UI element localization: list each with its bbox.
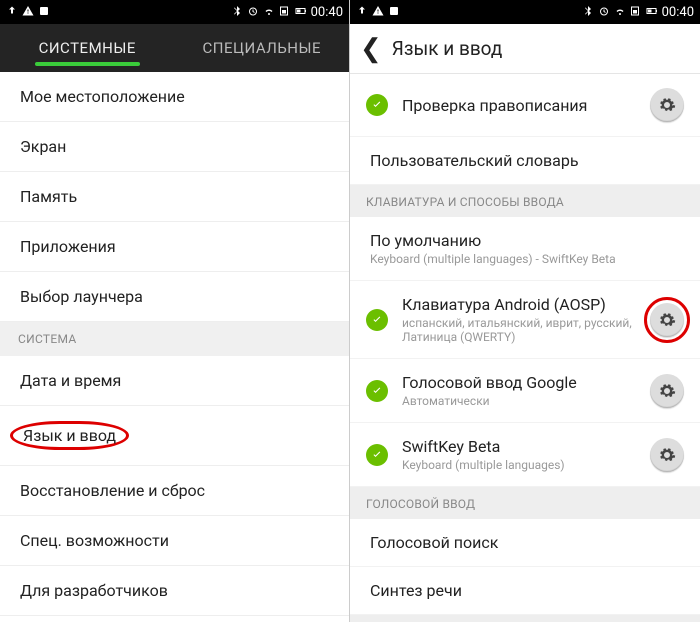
tab-special[interactable]: СПЕЦИАЛЬНЫЕ — [175, 24, 350, 72]
row-tts[interactable]: Синтез речи — [350, 567, 700, 615]
alarm-icon — [247, 5, 259, 20]
gear-highlight-wrap — [650, 303, 684, 337]
item-title: Голосовой ввод Google — [402, 373, 650, 392]
row-about[interactable]: О телефоне — [0, 616, 349, 622]
warning-icon — [22, 5, 34, 20]
item-subtitle: Keyboard (multiple languages) - SwiftKey… — [370, 252, 684, 266]
alarm-icon — [598, 5, 610, 20]
tabs: СИСТЕМНЫЕ СПЕЦИАЛЬНЫЕ — [0, 24, 349, 72]
row-reset[interactable]: Восстановление и сброс — [0, 466, 349, 516]
item-subtitle: испанский, итальянский, иврит, русский, … — [402, 316, 650, 344]
upload-icon — [356, 5, 368, 20]
row-location[interactable]: Мое местоположение — [0, 72, 349, 122]
item-title: SwiftKey Beta — [402, 437, 650, 456]
settings-list-left[interactable]: Мое местоположение Экран Память Приложен… — [0, 72, 349, 622]
gear-icon[interactable] — [650, 438, 684, 472]
statusbar-left: 00:40 — [0, 0, 349, 24]
battery-icon — [646, 5, 658, 20]
check-icon — [366, 380, 388, 402]
item-subtitle: Автоматически — [402, 394, 650, 408]
signal-icon — [630, 5, 642, 20]
phone-left: 00:40 СИСТЕМНЫЕ СПЕЦИАЛЬНЫЕ Мое местопол… — [0, 0, 350, 622]
battery-icon — [295, 5, 307, 20]
item-title: Клавиатура Android (AOSP) — [402, 295, 650, 314]
item-title: Проверка правописания — [402, 96, 650, 115]
highlight-circle: Язык и ввод — [10, 421, 129, 450]
item-title: Синтез речи — [370, 581, 684, 600]
row-datetime[interactable]: Дата и время — [0, 356, 349, 406]
wifi-icon — [263, 5, 275, 20]
header-right: ❮ Язык и ввод — [350, 24, 700, 74]
back-button[interactable]: ❮ — [360, 34, 382, 64]
item-title: По умолчанию — [370, 231, 684, 250]
row-memory[interactable]: Память — [0, 172, 349, 222]
wifi-icon — [614, 5, 626, 20]
clock: 00:40 — [311, 5, 343, 20]
app-icon — [388, 5, 400, 20]
row-default[interactable]: По умолчанию Keyboard (multiple language… — [350, 217, 700, 281]
section-voice: ГОЛОСОВОЙ ВВОД — [350, 487, 700, 519]
check-icon — [366, 309, 388, 331]
app-icon — [38, 5, 50, 20]
section-mouse: МЫШЬ И СЕНСОРНАЯ ПАНЕЛЬ — [350, 615, 700, 622]
row-aosp[interactable]: Клавиатура Android (AOSP) испанский, ита… — [350, 281, 700, 359]
row-apps[interactable]: Приложения — [0, 222, 349, 272]
bluetooth-icon — [582, 5, 594, 20]
row-gvoice[interactable]: Голосовой ввод Google Автоматически — [350, 359, 700, 423]
row-userdict[interactable]: Пользовательский словарь — [350, 137, 700, 185]
row-launcher[interactable]: Выбор лаунчера — [0, 272, 349, 322]
header-title: Язык и ввод — [392, 37, 503, 60]
section-system: СИСТЕМА — [0, 322, 349, 356]
item-title: Пользовательский словарь — [370, 151, 684, 170]
check-icon — [366, 444, 388, 466]
item-title: Голосовой поиск — [370, 533, 684, 552]
row-language-input[interactable]: Язык и ввод — [0, 406, 349, 466]
check-icon — [366, 94, 388, 116]
phone-right: 00:40 ❮ Язык и ввод Проверка правописани… — [350, 0, 700, 622]
row-swiftkey[interactable]: SwiftKey Beta Keyboard (multiple languag… — [350, 423, 700, 487]
gear-icon[interactable] — [650, 303, 684, 337]
row-accessibility[interactable]: Спец. возможности — [0, 516, 349, 566]
item-subtitle: Keyboard (multiple languages) — [402, 458, 650, 472]
bluetooth-icon — [231, 5, 243, 20]
settings-list-right[interactable]: Проверка правописания Пользовательский с… — [350, 74, 700, 622]
section-keyboard: КЛАВИАТУРА И СПОСОБЫ ВВОДА — [350, 185, 700, 217]
row-voicesearch[interactable]: Голосовой поиск — [350, 519, 700, 567]
statusbar-right: 00:40 — [350, 0, 700, 24]
clock: 00:40 — [662, 5, 694, 20]
signal-icon — [279, 5, 291, 20]
tab-system[interactable]: СИСТЕМНЫЕ — [0, 24, 175, 72]
gear-icon[interactable] — [650, 88, 684, 122]
upload-icon — [6, 5, 18, 20]
row-developer[interactable]: Для разработчиков — [0, 566, 349, 616]
row-display[interactable]: Экран — [0, 122, 349, 172]
row-spellcheck[interactable]: Проверка правописания — [350, 74, 700, 137]
gear-icon[interactable] — [650, 374, 684, 408]
warning-icon — [372, 5, 384, 20]
